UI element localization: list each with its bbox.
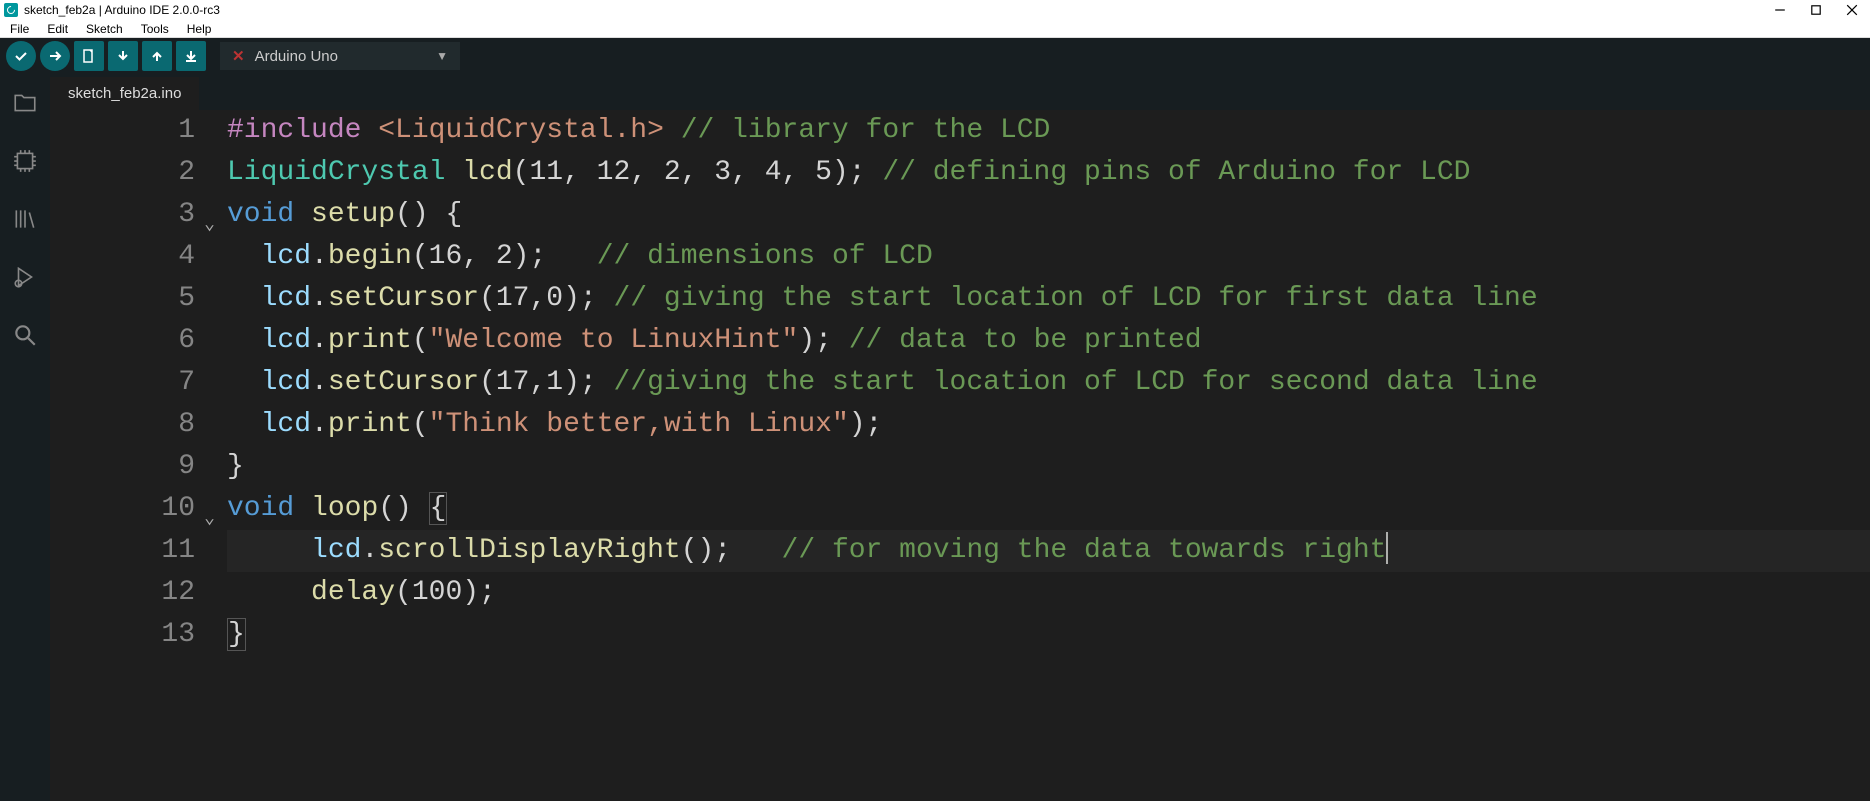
save-sketch-button[interactable] (142, 41, 172, 71)
board-error-icon: ✕ (232, 47, 245, 65)
line-number: 1 (50, 110, 195, 152)
board-name: Arduino Uno (255, 48, 338, 65)
menu-sketch[interactable]: Sketch (78, 21, 131, 37)
tab-sketch[interactable]: sketch_feb2a.ino (50, 77, 199, 110)
menu-bar: File Edit Sketch Tools Help (0, 20, 1870, 38)
serial-monitor-button[interactable] (176, 41, 206, 71)
code-line: } (227, 446, 1870, 488)
line-number: 11 (50, 530, 195, 572)
line-number: 4 (50, 236, 195, 278)
menu-file[interactable]: File (2, 21, 37, 37)
menu-edit[interactable]: Edit (39, 21, 76, 37)
maximize-button[interactable] (1810, 4, 1822, 16)
code-line: void loop() { (227, 488, 1870, 530)
editor-area: sketch_feb2a.ino 1 2 3⌄ 4 5 6 7 8 9 10⌄ … (50, 74, 1870, 801)
code-line: lcd.setCursor(17,1); //giving the start … (227, 362, 1870, 404)
tab-filename: sketch_feb2a.ino (68, 85, 181, 102)
debug-icon[interactable] (12, 264, 38, 290)
library-manager-icon[interactable] (12, 206, 38, 232)
line-number: 5 (50, 278, 195, 320)
line-number: 2 (50, 152, 195, 194)
activity-bar (0, 74, 50, 801)
toolbar: ✕ Arduino Uno ▼ (0, 38, 1870, 74)
window-title: sketch_feb2a | Arduino IDE 2.0.0-rc3 (24, 3, 220, 17)
line-number: 7 (50, 362, 195, 404)
explorer-icon[interactable] (12, 90, 38, 116)
verify-button[interactable] (6, 41, 36, 71)
line-number: 13 (50, 614, 195, 656)
code-line: LiquidCrystal lcd(11, 12, 2, 3, 4, 5); /… (227, 152, 1870, 194)
code-line: void setup() { (227, 194, 1870, 236)
code-line: lcd.scrollDisplayRight(); // for moving … (227, 530, 1870, 572)
line-number: 12 (50, 572, 195, 614)
menu-tools[interactable]: Tools (133, 21, 177, 37)
line-number: 9 (50, 446, 195, 488)
code-editor[interactable]: 1 2 3⌄ 4 5 6 7 8 9 10⌄ 11 12 13 #include… (50, 110, 1870, 801)
search-icon[interactable] (12, 322, 38, 348)
code-content[interactable]: #include <LiquidCrystal.h> // library fo… (225, 110, 1870, 801)
line-number: 3⌄ (50, 194, 195, 236)
title-bar: sketch_feb2a | Arduino IDE 2.0.0-rc3 (0, 0, 1870, 20)
window-controls (1774, 4, 1866, 16)
code-line: lcd.setCursor(17,0); // giving the start… (227, 278, 1870, 320)
code-line: lcd.print("Welcome to LinuxHint"); // da… (227, 320, 1870, 362)
line-number: 8 (50, 404, 195, 446)
arduino-app-icon (4, 3, 18, 17)
fold-chevron-icon[interactable]: ⌄ (204, 498, 215, 540)
minimize-button[interactable] (1774, 4, 1786, 16)
text-cursor (1386, 532, 1388, 564)
code-line: delay(100); (227, 572, 1870, 614)
code-line: lcd.print("Think better,with Linux"); (227, 404, 1870, 446)
board-selector[interactable]: ✕ Arduino Uno ▼ (220, 42, 460, 70)
upload-button[interactable] (40, 41, 70, 71)
menu-help[interactable]: Help (179, 21, 220, 37)
open-sketch-button[interactable] (108, 41, 138, 71)
line-number: 10⌄ (50, 488, 195, 530)
new-sketch-button[interactable] (74, 41, 104, 71)
close-button[interactable] (1846, 4, 1858, 16)
chevron-down-icon: ▼ (436, 49, 448, 63)
fold-chevron-icon[interactable]: ⌄ (204, 204, 215, 246)
code-line: } (227, 614, 1870, 656)
line-number: 6 (50, 320, 195, 362)
code-line: lcd.begin(16, 2); // dimensions of LCD (227, 236, 1870, 278)
line-number-gutter: 1 2 3⌄ 4 5 6 7 8 9 10⌄ 11 12 13 (50, 110, 225, 801)
editor-tabs: sketch_feb2a.ino (50, 74, 1870, 110)
boards-manager-icon[interactable] (12, 148, 38, 174)
code-line: #include <LiquidCrystal.h> // library fo… (227, 110, 1870, 152)
